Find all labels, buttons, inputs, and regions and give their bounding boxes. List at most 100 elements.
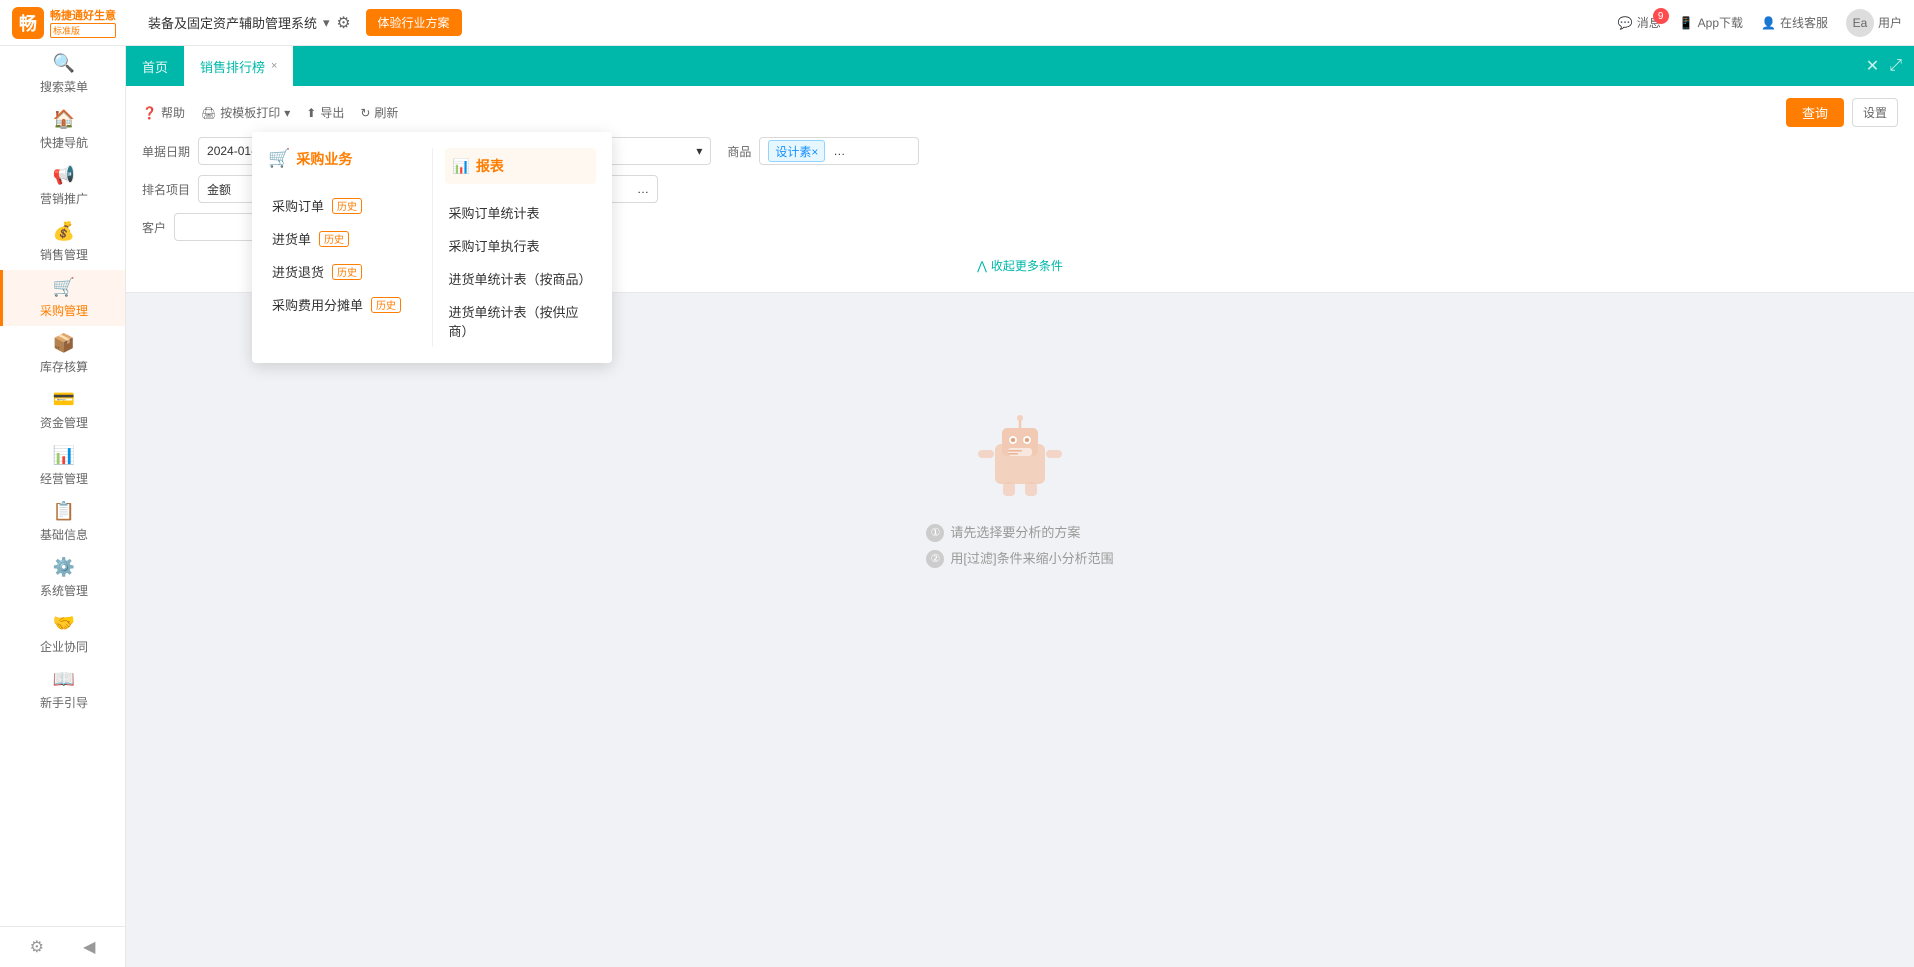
sidebar-label-system: 系统管理 (40, 582, 88, 599)
refresh-btn[interactable]: ↻ 刷新 (360, 104, 398, 121)
goods-more-icon: … (833, 144, 845, 158)
sidebar-label-finance: 资金管理 (40, 414, 88, 431)
query-area: 查询 设置 (1786, 98, 1898, 127)
print-btn[interactable]: 🖨 按模板打印 ▾ (201, 104, 290, 121)
goods-in-label: 进货单 (272, 229, 311, 248)
top-bar: 畅 畅捷通好生意 标准版 装备及固定资产辅助管理系统 ▾ ⚙ 体验行业方案 💬 … (0, 0, 1914, 46)
goods-field: 商品 设计素× … (727, 137, 919, 165)
tab-home-label: 首页 (142, 57, 168, 76)
purchase-order-label: 采购订单 (272, 196, 324, 215)
collapse-text: 收起更多条件 (991, 257, 1063, 274)
trial-button[interactable]: 体验行业方案 (366, 9, 462, 36)
app-download-label: App下载 (1698, 14, 1743, 31)
tip-item-2: ② 用[过滤]条件来缩小分析范围 (926, 546, 1113, 572)
goods-label: 商品 (727, 143, 751, 160)
tab-bar: 首页 销售排行榜 × ✕ ⤢ (126, 46, 1914, 86)
help-btn[interactable]: ❓ 帮助 (142, 104, 185, 121)
tip2-text: 用[过滤]条件来缩小分析范围 (950, 546, 1113, 572)
sidebar-label-search: 搜索菜单 (40, 78, 88, 95)
sidebar-item-system[interactable]: ⚙️ 系统管理 (0, 550, 125, 606)
report-item-3-label: 进货单统计表（按供应商） (449, 302, 593, 340)
menu-item-goods-return[interactable]: 进货退货 历史 (268, 255, 420, 288)
sidebar-item-purchase[interactable]: 🛒 采购管理 (0, 270, 125, 326)
query-button[interactable]: 查询 (1786, 98, 1844, 127)
sidebar-item-guide[interactable]: 📖 新手引导 (0, 662, 125, 718)
menu-item-purchase-order-stat[interactable]: 采购订单统计表 (445, 196, 597, 229)
system-title-text: 装备及固定资产辅助管理系统 (148, 13, 317, 32)
empty-illustration (970, 414, 1070, 504)
report-item-0-label: 采购订单统计表 (449, 203, 540, 222)
sidebar-item-management[interactable]: 📊 经营管理 (0, 438, 125, 494)
sidebar-label-inventory: 库存核算 (40, 358, 88, 375)
tip1-text: 请先选择要分析的方案 (950, 520, 1080, 546)
export-icon: ⬆ (306, 106, 316, 120)
cooperation-icon: 🤝 (53, 613, 75, 634)
settings-gear-icon[interactable]: ⚙ (330, 9, 358, 37)
collapse-up-icon: ⋀ (977, 259, 987, 273)
logo-area: 畅 畅捷通好生意 标准版 (12, 7, 138, 39)
tab-close-icon[interactable]: × (271, 60, 277, 72)
collapse-sidebar-icon[interactable]: ◀ (83, 937, 95, 957)
goods-select[interactable]: 设计素× … (759, 137, 919, 165)
avatar: Ea (1846, 9, 1874, 37)
history-badge-1: 历史 (319, 231, 349, 247)
purchase-icon: 🛒 (53, 277, 75, 298)
user-item[interactable]: Ea 用户 (1846, 9, 1902, 37)
settings-bottom-icon[interactable]: ⚙ (30, 937, 44, 957)
tab-expand-icon[interactable]: ⤢ (1889, 57, 1902, 75)
print-dropdown-icon: ▾ (284, 106, 290, 120)
print-icon: 🖨 (201, 106, 216, 120)
system-title: 装备及固定资产辅助管理系统 ▾ (148, 13, 330, 32)
menu-item-goods-stat-by-goods[interactable]: 进货单统计表（按商品） (445, 262, 597, 295)
content-body: ❓ 帮助 🖨 按模板打印 ▾ ⬆ 导出 ↻ (126, 86, 1914, 967)
sidebar: 🔍 搜索菜单 🏠 快捷导航 📢 营销推广 💰 销售管理 🛒 采购管理 📦 (0, 46, 126, 967)
logo-icon: 畅 (12, 7, 44, 39)
purchase-section-title-text: 采购业务 (296, 149, 352, 169)
sidebar-label-purchase: 采购管理 (40, 302, 88, 319)
sidebar-item-nav[interactable]: 🏠 快捷导航 (0, 102, 125, 158)
sidebar-label-marketing: 营销推广 (40, 190, 88, 207)
settings-button[interactable]: 设置 (1852, 98, 1898, 127)
robot-svg (970, 414, 1070, 504)
menu-item-goods-in[interactable]: 进货单 历史 (268, 222, 420, 255)
sidebar-item-sales[interactable]: 💰 销售管理 (0, 214, 125, 270)
sidebar-item-inventory[interactable]: 📦 库存核算 (0, 326, 125, 382)
goods-tag-text: 设计素× (775, 143, 818, 160)
messages-badge: 9 (1653, 8, 1669, 24)
tab-close-window-icon[interactable]: ✕ (1866, 56, 1879, 76)
help-icon: ❓ (142, 106, 157, 120)
online-service-item[interactable]: 👤 在线客服 (1761, 14, 1828, 31)
sidebar-item-marketing[interactable]: 📢 营销推广 (0, 158, 125, 214)
rank-value: 金额 (207, 181, 231, 198)
content-area: 首页 销售排行榜 × ✕ ⤢ ❓ (126, 46, 1914, 967)
empty-tips: ① 请先选择要分析的方案 ② 用[过滤]条件来缩小分析范围 (926, 520, 1113, 572)
report-item-2-label: 进货单统计表（按商品） (449, 269, 592, 288)
user-label: 用户 (1878, 14, 1902, 31)
export-btn[interactable]: ⬆ 导出 (306, 104, 344, 121)
report-section-title-text: 报表 (476, 156, 504, 176)
history-badge-2: 历史 (332, 264, 362, 280)
sidebar-item-finance[interactable]: 💳 资金管理 (0, 382, 125, 438)
tab-sales-rank[interactable]: 销售排行榜 × (184, 46, 293, 86)
status-dropdown-icon: ▾ (696, 144, 702, 158)
history-badge-3: 历史 (371, 297, 401, 313)
sidebar-item-cooperation[interactable]: 🤝 企业协同 (0, 606, 125, 662)
staff-more-icon: … (637, 182, 649, 196)
refresh-icon: ↻ (360, 106, 370, 120)
menu-item-goods-stat-by-supplier[interactable]: 进货单统计表（按供应商） (445, 295, 597, 347)
tab-home[interactable]: 首页 (126, 46, 184, 86)
service-icon: 👤 (1761, 16, 1776, 30)
goods-return-label: 进货退货 (272, 262, 324, 281)
export-label: 导出 (320, 104, 344, 121)
sidebar-item-basic[interactable]: 📋 基础信息 (0, 494, 125, 550)
menu-item-purchase-order[interactable]: 采购订单 历史 (268, 189, 420, 222)
inventory-icon: 📦 (53, 333, 75, 354)
menu-item-purchase-order-exec[interactable]: 采购订单执行表 (445, 229, 597, 262)
menu-divider (432, 148, 433, 347)
sidebar-item-search[interactable]: 🔍 搜索菜单 (0, 46, 125, 102)
app-download-item[interactable]: 📱 App下载 (1679, 14, 1743, 31)
marketing-icon: 📢 (53, 165, 75, 186)
app-container: 畅 畅捷通好生意 标准版 装备及固定资产辅助管理系统 ▾ ⚙ 体验行业方案 💬 … (0, 0, 1914, 967)
menu-item-purchase-cost[interactable]: 采购费用分摊单 历史 (268, 288, 420, 321)
messages-item[interactable]: 💬 消息 9 (1618, 14, 1661, 31)
